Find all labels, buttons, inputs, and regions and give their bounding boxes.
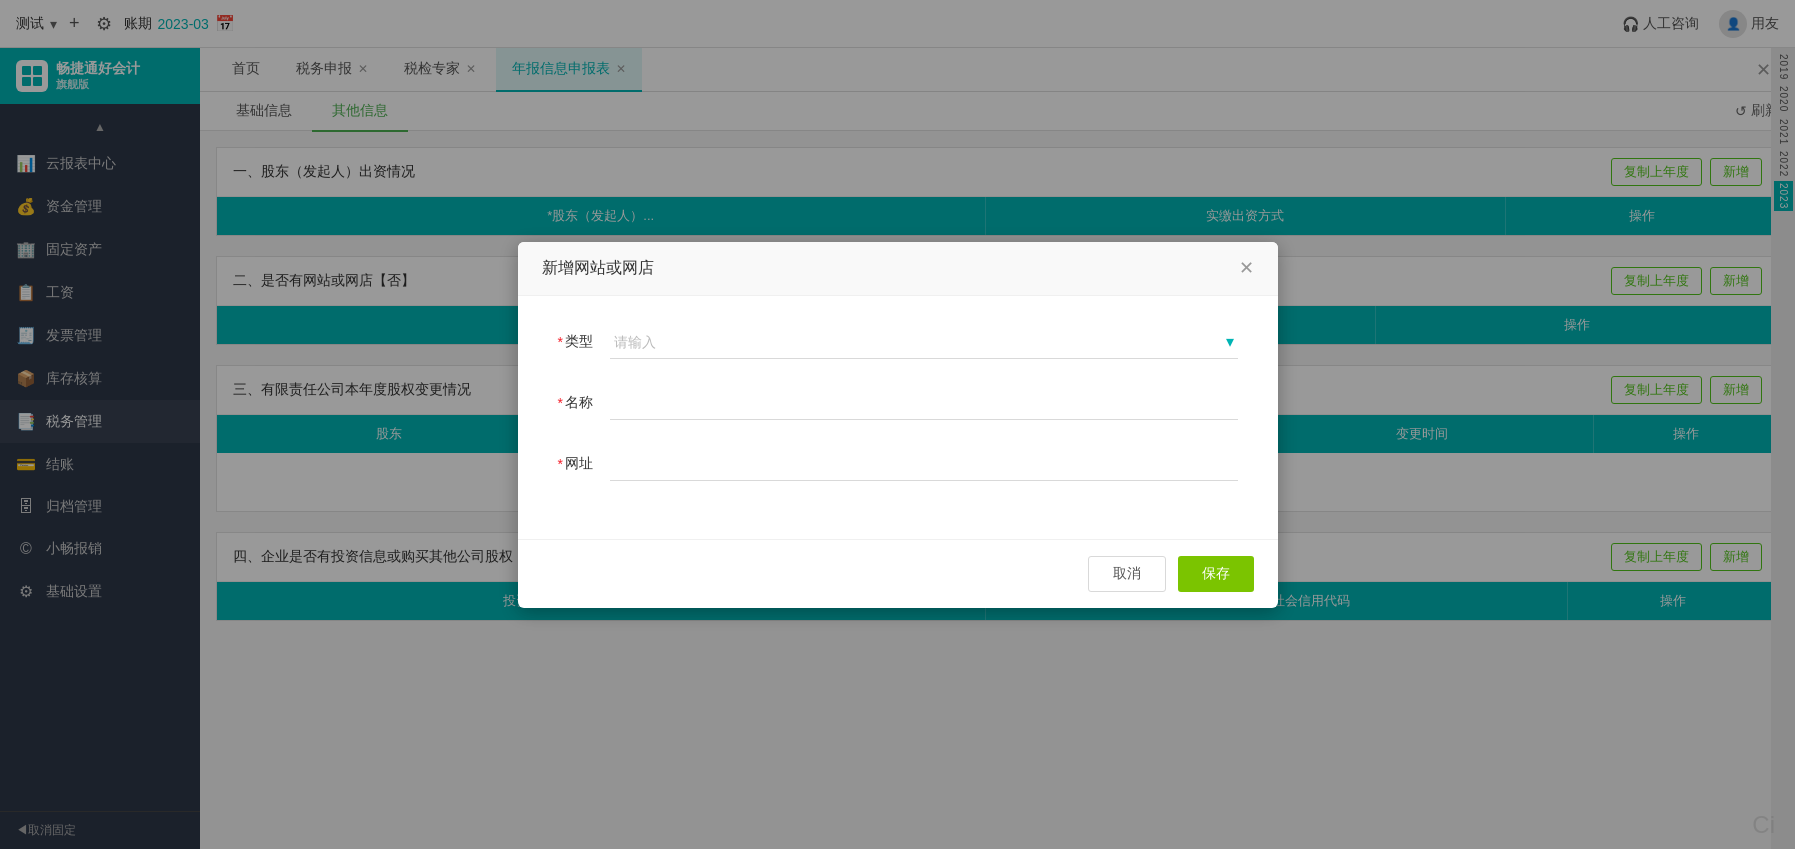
modal-add-website: 新增网站或网店 ✕ * 类型 ▾ * 名称 <box>518 242 1278 608</box>
type-field-wrapper: ▾ <box>610 326 1238 359</box>
form-label-type: * 类型 <box>558 333 598 351</box>
form-label-name: * 名称 <box>558 394 598 412</box>
type-dropdown-arrow[interactable]: ▾ <box>1222 332 1238 351</box>
form-field-type: * 类型 ▾ <box>558 326 1238 359</box>
name-input[interactable] <box>610 387 1238 419</box>
required-marker-url: * <box>558 456 563 472</box>
modal-close-button[interactable]: ✕ <box>1239 259 1254 277</box>
modal-header: 新增网站或网店 ✕ <box>518 242 1278 296</box>
required-marker-name: * <box>558 395 563 411</box>
url-field-wrapper <box>610 448 1238 481</box>
url-input[interactable] <box>610 448 1238 480</box>
modal-footer: 取消 保存 <box>518 539 1278 608</box>
cancel-button[interactable]: 取消 <box>1088 556 1166 592</box>
name-field-wrapper <box>610 387 1238 420</box>
save-button[interactable]: 保存 <box>1178 556 1254 592</box>
required-marker-type: * <box>558 334 563 350</box>
form-label-url: * 网址 <box>558 455 598 473</box>
form-field-url: * 网址 <box>558 448 1238 481</box>
modal-body: * 类型 ▾ * 名称 <box>518 296 1278 539</box>
form-field-name: * 名称 <box>558 387 1238 420</box>
modal-overlay: 新增网站或网店 ✕ * 类型 ▾ * 名称 <box>0 0 1795 849</box>
type-input[interactable] <box>610 326 1222 358</box>
modal-title: 新增网站或网店 <box>542 258 654 279</box>
